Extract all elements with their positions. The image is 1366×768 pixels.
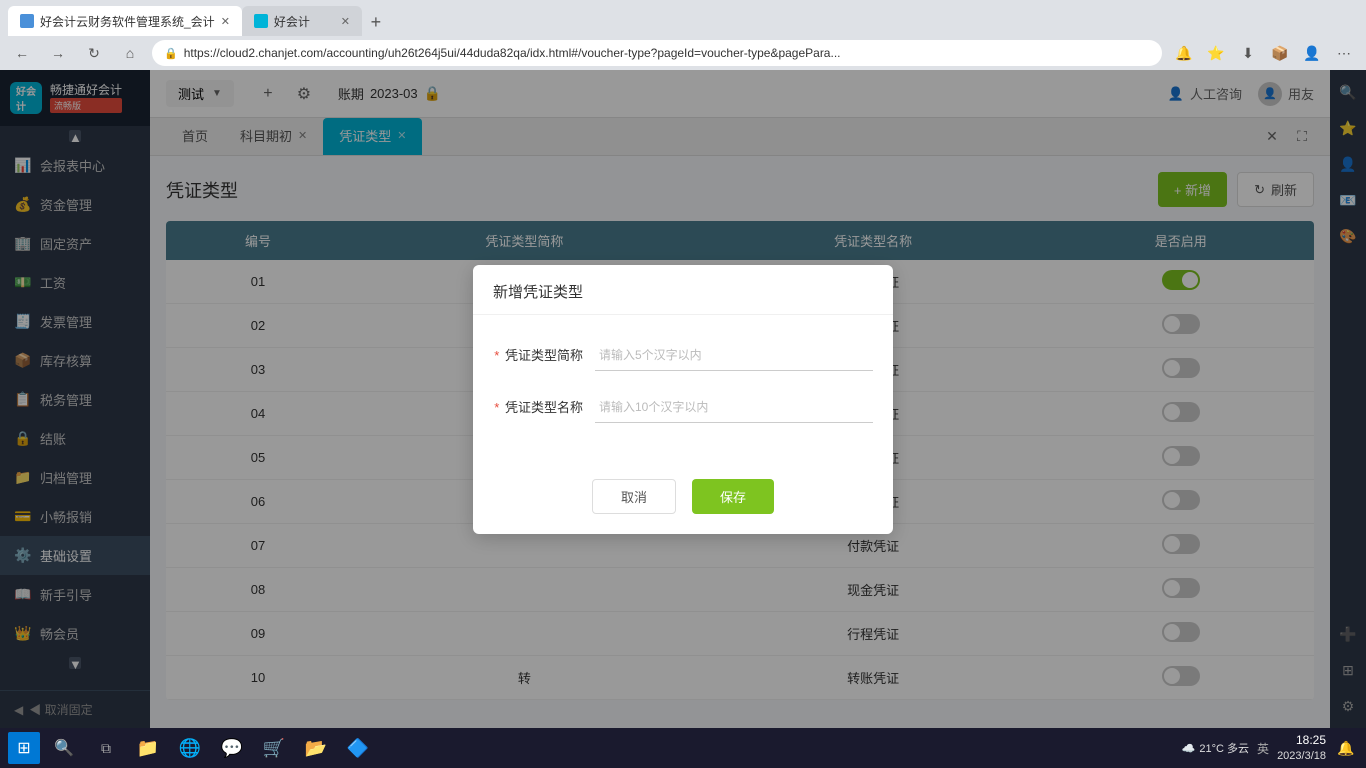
new-voucher-modal: 新增凭证类型 * 凭证类型简称 * 凭证类型名称 取消 保存 [473, 265, 893, 534]
taskbar-search[interactable]: 🔍 [46, 730, 82, 766]
url-input[interactable]: 🔒 https://cloud2.chanjet.com/accounting/… [152, 40, 1162, 66]
taskbar-edge[interactable]: 🔷 [340, 730, 376, 766]
taskbar-clock: 18:25 2023/3/18 [1277, 732, 1326, 764]
back-button[interactable]: ← [8, 39, 36, 67]
taskbar-files[interactable]: 📂 [298, 730, 334, 766]
tab-close-inactive[interactable]: ✕ [341, 15, 350, 28]
more-button[interactable]: ⋯ [1330, 39, 1358, 67]
taskbar-wechat[interactable]: 💬 [214, 730, 250, 766]
taskbar-store[interactable]: 🛒 [256, 730, 292, 766]
modal-title: 新增凭证类型 [493, 284, 583, 301]
browser-chrome: 好会计云财务软件管理系统_会计 ✕ 好会计 ✕ + ← → ↻ ⌂ 🔒 http… [0, 0, 1366, 70]
modal-overlay: 新增凭证类型 * 凭证类型简称 * 凭证类型名称 取消 保存 [0, 70, 1366, 728]
form-row-name: * 凭证类型名称 [493, 391, 873, 423]
tab-title-active: 好会计云财务软件管理系统_会计 [40, 13, 215, 30]
forward-button[interactable]: → [44, 39, 72, 67]
modal-footer: 取消 保存 [473, 467, 893, 534]
extension-btn-1[interactable]: 🔔 [1170, 39, 1198, 67]
time-display: 18:25 [1277, 732, 1326, 749]
taskbar-task-view[interactable]: ⧉ [88, 730, 124, 766]
date-display: 2023/3/18 [1277, 749, 1326, 764]
taskbar-explorer[interactable]: 📁 [130, 730, 166, 766]
start-button[interactable]: ⊞ [8, 732, 40, 764]
tab-title-inactive: 好会计 [274, 13, 310, 30]
name-input[interactable] [595, 391, 873, 423]
cancel-button[interactable]: 取消 [592, 479, 676, 514]
notification-icon[interactable]: 🔔 [1334, 736, 1358, 760]
taskbar-chrome[interactable]: 🌐 [172, 730, 208, 766]
browser-actions: 🔔 ⭐ ⬇ 📦 👤 ⋯ [1170, 39, 1358, 67]
extension-btn-3[interactable]: ⬇ [1234, 39, 1262, 67]
lock-icon: 🔒 [164, 47, 178, 60]
extension-btn-2[interactable]: ⭐ [1202, 39, 1230, 67]
extension-btn-5[interactable]: 👤 [1298, 39, 1326, 67]
modal-header: 新增凭证类型 [473, 265, 893, 315]
form-row-short: * 凭证类型简称 [493, 339, 873, 371]
refresh-button[interactable]: ↻ [80, 39, 108, 67]
new-tab-button[interactable]: + [362, 8, 390, 36]
short-label: * 凭证类型简称 [493, 345, 583, 364]
required-mark-name: * [494, 400, 499, 415]
taskbar-right: ☁️ 21°C 多云 英 18:25 2023/3/18 🔔 [1182, 732, 1358, 764]
modal-body: * 凭证类型简称 * 凭证类型名称 [473, 315, 893, 467]
browser-tab-inactive[interactable]: 好会计 ✕ [242, 6, 362, 36]
tab-favicon [20, 14, 34, 28]
home-button[interactable]: ⌂ [116, 39, 144, 67]
extension-btn-4[interactable]: 📦 [1266, 39, 1294, 67]
taskbar-weather: ☁️ 21°C 多云 [1182, 740, 1249, 756]
url-text: https://cloud2.chanjet.com/accounting/uh… [184, 46, 841, 60]
windows-icon: ⊞ [17, 738, 30, 758]
taskbar-language: 英 [1257, 740, 1269, 757]
address-bar: ← → ↻ ⌂ 🔒 https://cloud2.chanjet.com/acc… [0, 36, 1366, 70]
tab-favicon-2 [254, 14, 268, 28]
browser-tab-active[interactable]: 好会计云财务软件管理系统_会计 ✕ [8, 6, 242, 36]
tab-close-active[interactable]: ✕ [221, 15, 230, 28]
name-label: * 凭证类型名称 [493, 397, 583, 416]
short-input[interactable] [595, 339, 873, 371]
weather-icon: ☁️ [1182, 742, 1196, 755]
save-button[interactable]: 保存 [692, 479, 774, 514]
weather-text: 21°C 多云 [1199, 740, 1249, 756]
required-mark-short: * [494, 348, 499, 363]
taskbar: ⊞ 🔍 ⧉ 📁 🌐 💬 🛒 📂 🔷 ☁️ 21°C 多云 英 18:25 202… [0, 728, 1366, 768]
